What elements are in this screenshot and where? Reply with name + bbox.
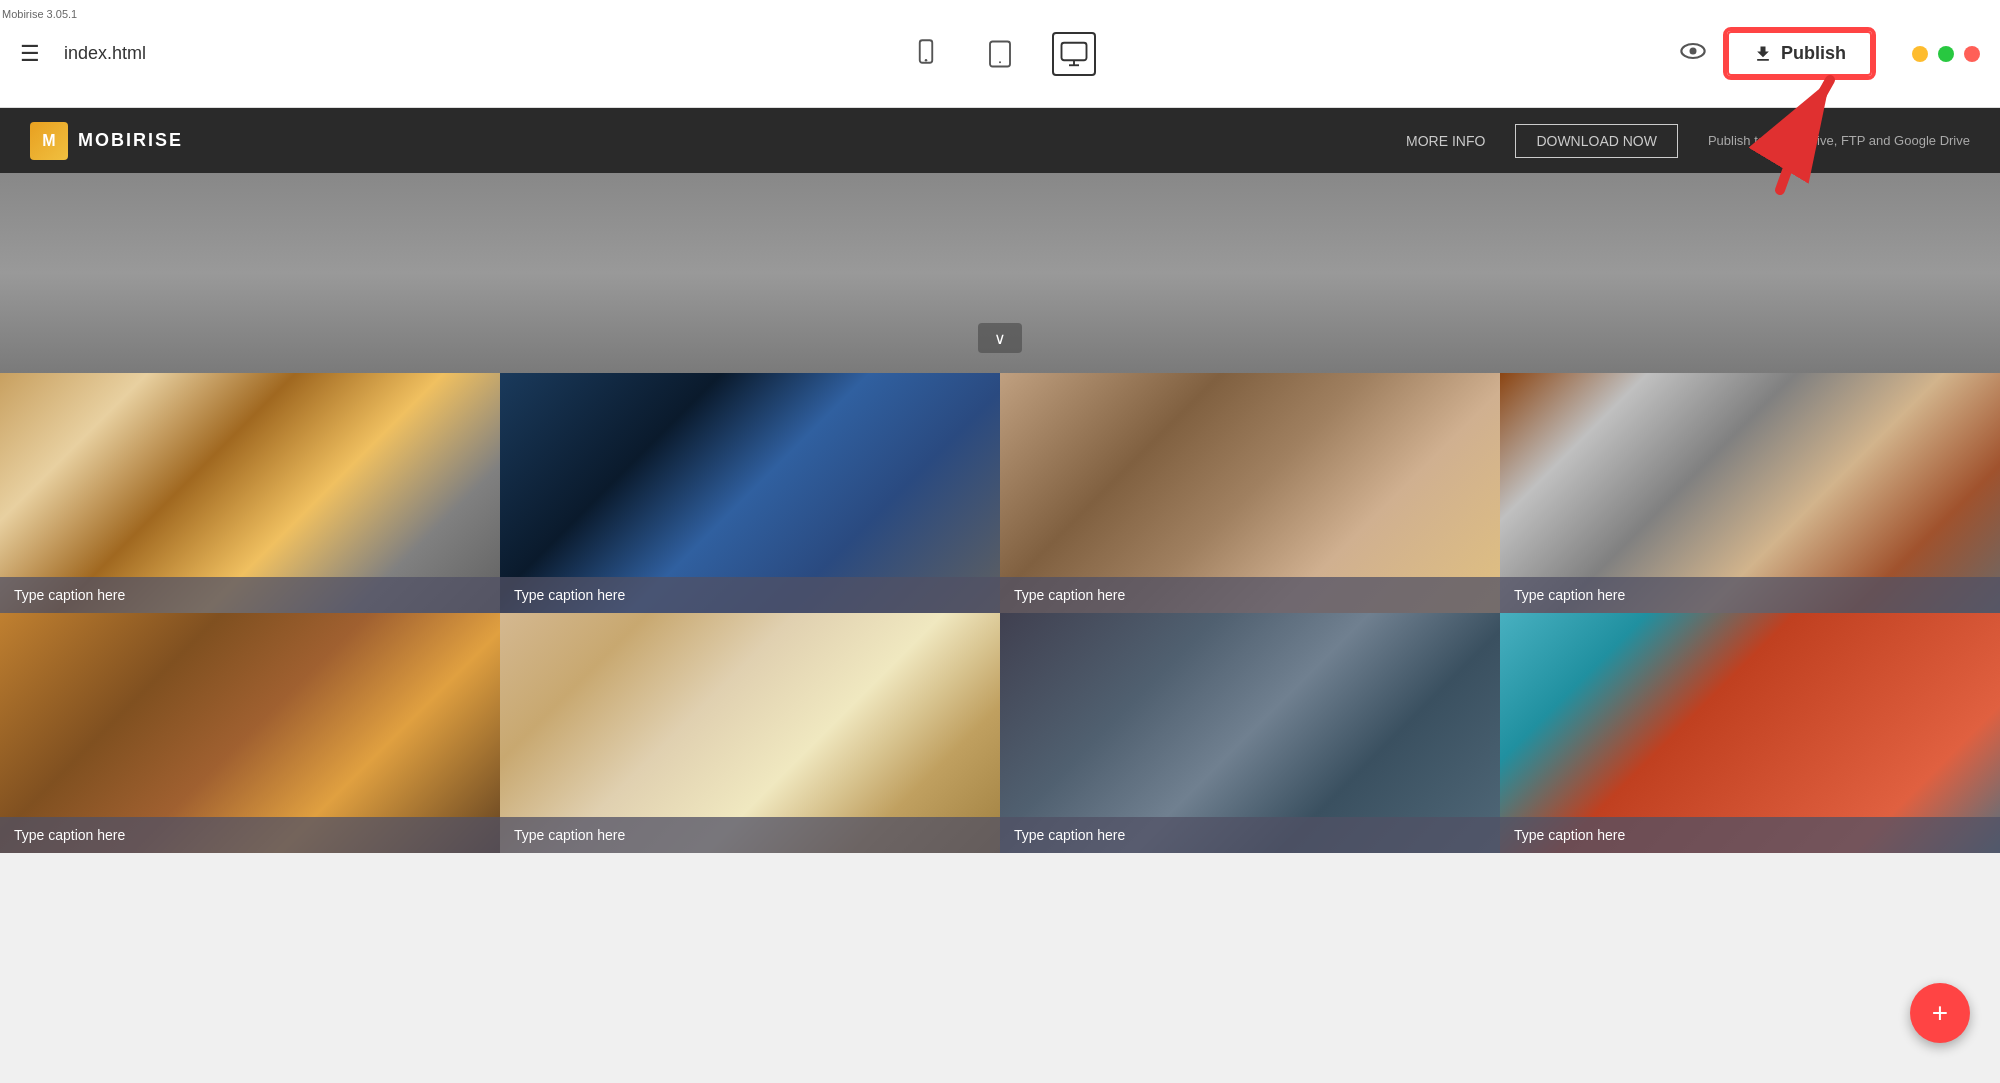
gallery-item-laptop-desk[interactable]: Type caption here	[1500, 373, 2000, 613]
gallery-caption-studio: Type caption here	[1500, 817, 2000, 853]
gallery-item-bikes[interactable]: Type caption here	[0, 373, 500, 613]
fab-plus-icon: +	[1932, 997, 1948, 1029]
gallery-item-table-chairs[interactable]: Type caption here	[500, 613, 1000, 853]
right-controls: Publish	[1679, 31, 1980, 76]
gallery-caption-person-laptop: Type caption here	[1000, 577, 1500, 613]
site-logo: M MOBIRISE	[30, 122, 183, 160]
svg-point-8	[1689, 47, 1696, 54]
gallery-caption-table-chairs: Type caption here	[500, 817, 1000, 853]
site-logo-icon: M	[30, 122, 68, 160]
maximize-button[interactable]	[1938, 46, 1954, 62]
download-now-button[interactable]: DOWNLOAD NOW	[1515, 124, 1678, 158]
svg-rect-4	[1062, 42, 1087, 60]
publish-label: Publish	[1781, 43, 1846, 64]
scroll-down-button[interactable]: ∨	[978, 323, 1022, 353]
gallery-caption-laptop-code: Type caption here	[500, 577, 1000, 613]
svg-point-3	[999, 61, 1001, 63]
device-icons	[904, 32, 1096, 76]
gallery-item-studio[interactable]: Type caption here	[1500, 613, 2000, 853]
gallery-item-room-warm[interactable]: Type caption here	[0, 613, 500, 853]
gallery-item-person-laptop[interactable]: Type caption here	[1000, 373, 1500, 613]
gallery-item-books-window[interactable]: Type caption here	[1000, 613, 1500, 853]
scroll-down-icon: ∨	[994, 329, 1006, 348]
site-logo-text: MOBIRISE	[78, 130, 183, 151]
mobile-view-button[interactable]	[904, 32, 948, 76]
tablet-view-button[interactable]	[978, 32, 1022, 76]
more-info-link[interactable]: MORE INFO	[1406, 133, 1485, 149]
window-controls	[1912, 46, 1980, 62]
preview-icon[interactable]	[1679, 37, 1707, 71]
file-title: index.html	[64, 43, 1679, 64]
minimize-button[interactable]	[1912, 46, 1928, 62]
publish-notice: Publish to Local Drive, FTP and Google D…	[1708, 133, 1970, 148]
publish-button[interactable]: Publish	[1727, 31, 1872, 76]
gallery-caption-room-warm: Type caption here	[0, 817, 500, 853]
hero-area: ∨	[0, 173, 2000, 373]
title-bar: Mobirise 3.05.1 ☰ index.html Publish	[0, 0, 2000, 108]
svg-point-1	[925, 59, 928, 62]
close-button[interactable]	[1964, 46, 1980, 62]
version-badge: Mobirise 3.05.1	[2, 8, 77, 20]
gallery-grid: Type caption here Type caption here Type…	[0, 373, 2000, 853]
site-navbar: M MOBIRISE MORE INFO DOWNLOAD NOW Publis…	[0, 108, 2000, 173]
fab-add-button[interactable]: +	[1910, 983, 1970, 1043]
desktop-view-button[interactable]	[1052, 32, 1096, 76]
gallery-item-laptop-code[interactable]: Type caption here	[500, 373, 1000, 613]
hamburger-icon[interactable]: ☰	[20, 41, 40, 67]
gallery-caption-laptop-desk: Type caption here	[1500, 577, 2000, 613]
gallery-caption-bikes: Type caption here	[0, 577, 500, 613]
site-nav-links: MORE INFO DOWNLOAD NOW Publish to Local …	[1406, 124, 1970, 158]
gallery-caption-books-window: Type caption here	[1000, 817, 1500, 853]
